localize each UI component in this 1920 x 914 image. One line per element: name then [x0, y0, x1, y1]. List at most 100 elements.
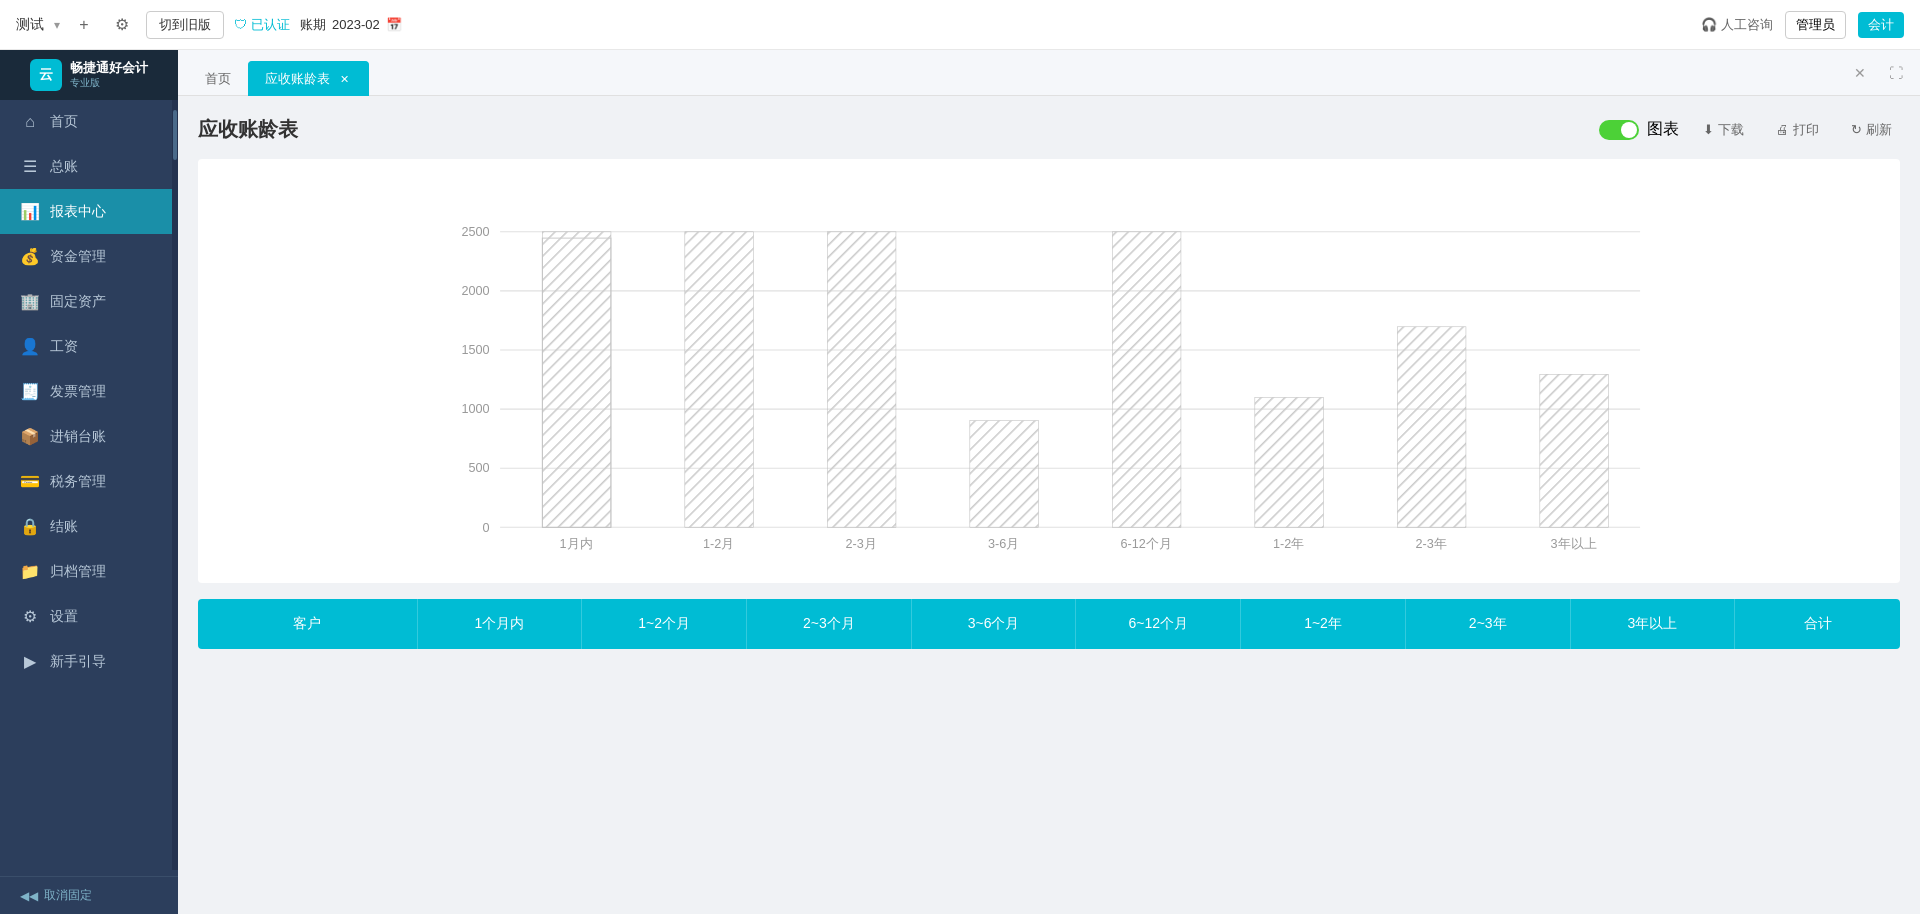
sidebar: 云 畅捷通好会计 专业版 ⌂首页☰总账📊报表中心💰资金管理🏢固定资产 👤 工资 🧾 发票…	[0, 50, 178, 914]
refresh-icon: ↻	[1851, 122, 1862, 137]
sidebar-item-invoice[interactable]: 🧾 发票管理	[0, 369, 178, 414]
sidebar-item-home[interactable]: ⌂首页	[0, 100, 178, 144]
svg-text:1500: 1500	[461, 343, 489, 357]
close-tab-button[interactable]: ✕	[1846, 59, 1874, 87]
sidebar-item-tax[interactable]: 💳税务管理	[0, 459, 178, 504]
sidebar-item-label: 新手引导	[50, 653, 106, 671]
bar-1-2月	[685, 232, 754, 528]
sidebar-item-salary[interactable]: 👤 工资	[0, 324, 178, 369]
svg-text:6-12个月: 6-12个月	[1120, 537, 1171, 551]
svg-text:1000: 1000	[461, 402, 489, 416]
bar-6-12月	[1112, 232, 1181, 528]
sidebar-scrollbar-thumb	[173, 110, 177, 160]
tab-close-button[interactable]: ✕	[336, 71, 352, 87]
sidebar-item-label: 工资	[50, 338, 78, 356]
service-button[interactable]: 🎧 人工咨询	[1701, 16, 1773, 34]
tab-home[interactable]: 首页	[188, 61, 248, 96]
settings-icon-button[interactable]: ⚙	[108, 11, 136, 39]
chart-toggle[interactable]: 图表	[1599, 119, 1679, 140]
sidebar-item-inventory[interactable]: 📦 进销台账	[0, 414, 178, 459]
toggle-thumb	[1621, 122, 1637, 138]
svg-text:1-2年: 1-2年	[1273, 537, 1304, 551]
bar-3年以上	[1540, 374, 1609, 527]
sidebar-item-closing[interactable]: 🔒结账	[0, 504, 178, 549]
add-tab-button[interactable]: +	[70, 11, 98, 39]
content-area: 首页应收账龄表✕ ✕ ⛶ 应收账龄表 图表 ⬇	[178, 50, 1920, 914]
sidebar-item-label: 发票管理	[50, 383, 106, 401]
invoice-icon: 🧾	[20, 382, 40, 401]
svg-text:500: 500	[468, 461, 489, 475]
page-content: 应收账龄表 图表 ⬇ 下载 🖨 打印	[178, 96, 1920, 914]
print-icon: 🖨	[1776, 122, 1789, 137]
sidebar-item-label: 税务管理	[50, 473, 106, 491]
sidebar-item-archive[interactable]: 📁归档管理	[0, 549, 178, 594]
sidebar-item-label: 总账	[50, 158, 78, 176]
top-bar-right: 🎧 人工咨询 管理员 会计	[1701, 11, 1904, 39]
reports-icon: 📊	[20, 202, 40, 221]
logo-title: 畅捷通好会计	[70, 60, 148, 77]
sidebar-item-label: 资金管理	[50, 248, 106, 266]
manager-button[interactable]: 管理员	[1785, 11, 1846, 39]
accountant-button[interactable]: 会计	[1858, 12, 1904, 38]
assets-icon: 🏢	[20, 292, 40, 311]
download-icon: ⬇	[1703, 122, 1714, 137]
toggle-track[interactable]	[1599, 120, 1639, 140]
download-button[interactable]: ⬇ 下载	[1695, 117, 1752, 143]
svg-text:1月内: 1月内	[560, 537, 593, 551]
page-actions: 图表 ⬇ 下载 🖨 打印 ↻ 刷新	[1599, 117, 1900, 143]
bar-1月内	[542, 232, 611, 528]
logo-icon: 云	[30, 59, 62, 91]
page-header: 应收账龄表 图表 ⬇ 下载 🖨 打印	[198, 116, 1900, 143]
table-container: 客户1个月内1~2个月2~3个月3~6个月6~12个月1~2年2~3年3年以上合…	[198, 599, 1900, 649]
table-header: 客户1个月内1~2个月2~3个月3~6个月6~12个月1~2年2~3年3年以上合…	[198, 599, 1900, 649]
table-header-cell: 2~3年	[1406, 599, 1571, 649]
settings-icon: ⚙	[20, 607, 40, 626]
expand-button[interactable]: ⛶	[1882, 59, 1910, 87]
shield-icon: 🛡	[234, 17, 247, 32]
tab-label: 首页	[205, 70, 231, 88]
sidebar-item-guide[interactable]: ▶ 新手引导	[0, 639, 178, 684]
svg-text:2-3月: 2-3月	[845, 537, 876, 551]
svg-text:2500: 2500	[461, 225, 489, 239]
bar-2-3月	[827, 232, 896, 528]
switch-old-button[interactable]: 切到旧版	[146, 11, 224, 39]
refresh-button[interactable]: ↻ 刷新	[1843, 117, 1900, 143]
sidebar-item-reports[interactable]: 📊报表中心	[0, 189, 178, 234]
table-header-cell: 6~12个月	[1076, 599, 1241, 649]
company-name: 测试	[16, 16, 44, 34]
print-button[interactable]: 🖨 打印	[1768, 117, 1827, 143]
sidebar-item-label: 首页	[50, 113, 78, 131]
svg-text:2-3年: 2-3年	[1415, 537, 1446, 551]
svg-text:1-2月: 1-2月	[703, 537, 734, 551]
svg-text:3-6月: 3-6月	[988, 537, 1019, 551]
table-header-cell: 客户	[198, 599, 418, 649]
sidebar-item-ledger[interactable]: ☰总账	[0, 144, 178, 189]
headset-icon: 🎧	[1701, 17, 1717, 32]
company-dropdown-icon[interactable]: ▾	[54, 18, 60, 32]
svg-text:0: 0	[483, 521, 490, 535]
table-header-cell: 1~2个月	[582, 599, 747, 649]
table-header-cell: 2~3个月	[747, 599, 912, 649]
inventory-icon: 📦	[20, 427, 40, 446]
tab-aging[interactable]: 应收账龄表✕	[248, 61, 369, 96]
bar-chart: 0 500 1000 1500 2000 2500	[228, 179, 1870, 559]
main-layout: 云 畅捷通好会计 专业版 ⌂首页☰总账📊报表中心💰资金管理🏢固定资产 👤 工资 🧾 发票…	[0, 50, 1920, 914]
sidebar-item-label: 结账	[50, 518, 78, 536]
sidebar-item-assets[interactable]: 🏢固定资产	[0, 279, 178, 324]
period-value: 2023-02	[332, 17, 380, 32]
chart-container: 0 500 1000 1500 2000 2500	[198, 159, 1900, 583]
table-header-cell: 3年以上	[1571, 599, 1736, 649]
sidebar-item-funds[interactable]: 💰资金管理	[0, 234, 178, 279]
table-header-cell: 合计	[1735, 599, 1900, 649]
logo-subtitle: 专业版	[70, 76, 148, 90]
sidebar-item-label: 进销台账	[50, 428, 106, 446]
sidebar-item-label: 设置	[50, 608, 78, 626]
period-label: 账期	[300, 16, 326, 34]
cancel-fixed-button[interactable]: ◀◀ 取消固定	[0, 876, 178, 914]
guide-icon: ▶	[20, 652, 40, 671]
salary-icon: 👤	[20, 337, 40, 356]
sidebar-item-settings[interactable]: ⚙ 设置	[0, 594, 178, 639]
calendar-icon[interactable]: 📅	[386, 17, 402, 32]
top-bar: 测试 ▾ + ⚙ 切到旧版 🛡 已认证 账期 2023-02 📅 🎧 人工咨询 …	[0, 0, 1920, 50]
table-header-cell: 1~2年	[1241, 599, 1406, 649]
